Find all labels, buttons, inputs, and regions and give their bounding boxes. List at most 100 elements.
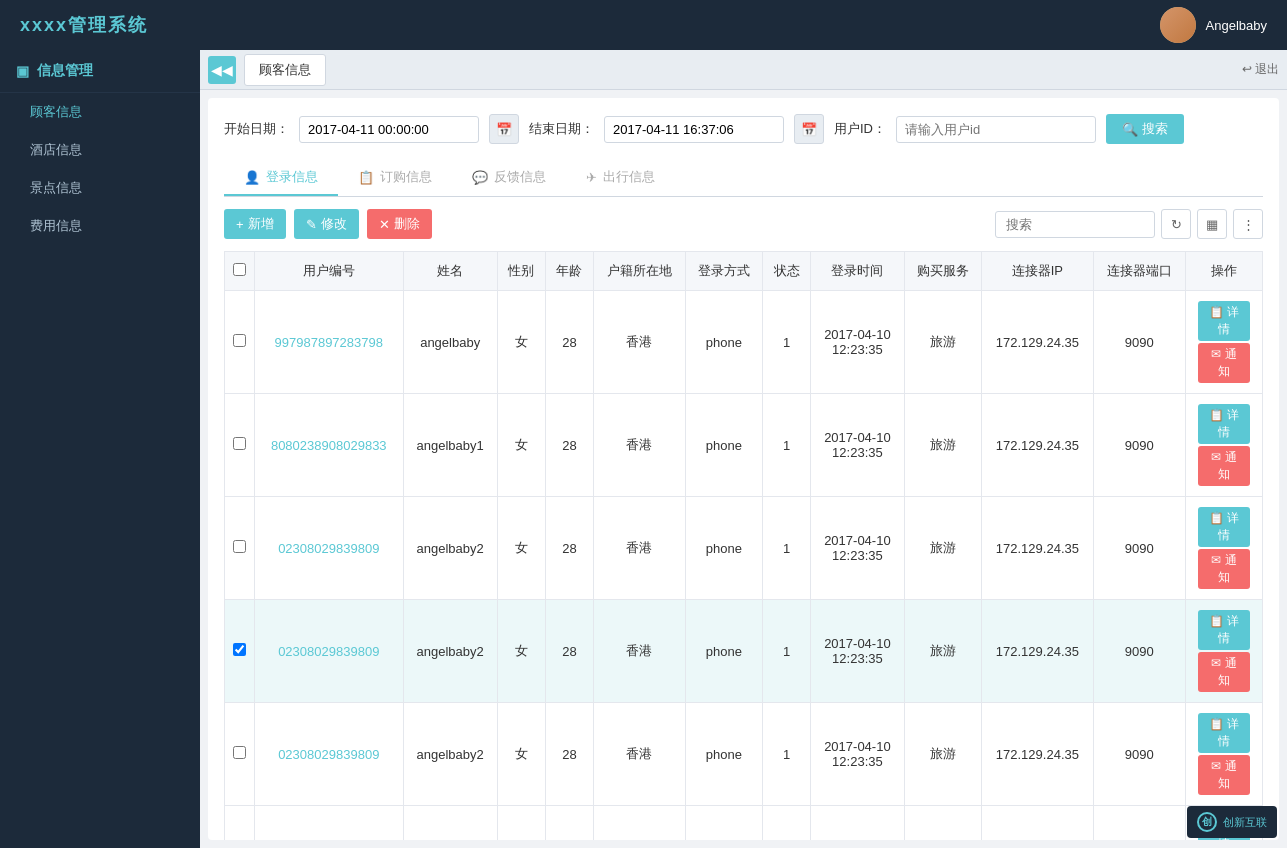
- cell-gender: 女: [497, 703, 545, 806]
- cell-connector-ip: 172.129.24.35: [981, 806, 1093, 841]
- cell-login-time: 2017-04-10 12:23:35: [811, 806, 904, 841]
- toolbar: + 新增 ✎ 修改 ✕ 删除 ↻ ▦: [224, 209, 1263, 239]
- cell-login-time: 2017-04-10 12:23:35: [811, 291, 904, 394]
- col-login-time: 登录时间: [811, 252, 904, 291]
- sidebar-item-scenic-label: 景点信息: [30, 180, 82, 195]
- cell-name: angelbaby2: [403, 600, 497, 703]
- end-date-input[interactable]: [604, 116, 784, 143]
- table-row: 997987897283798 angelbaby 女 28 香港 phone …: [225, 291, 1263, 394]
- row-checkbox-cell: [225, 600, 255, 703]
- cell-service: 旅游: [904, 703, 981, 806]
- row-checkbox[interactable]: [233, 437, 246, 450]
- col-location: 户籍所在地: [594, 252, 686, 291]
- cell-status: 1: [763, 600, 811, 703]
- columns-btn[interactable]: ⋮: [1233, 209, 1263, 239]
- cell-service: 旅游: [904, 394, 981, 497]
- table-row: 02308029839809 angelbaby2 女 28 香港 phone …: [225, 703, 1263, 806]
- user-id-link[interactable]: 02308029839809: [278, 644, 379, 659]
- start-date-calendar-btn[interactable]: 📅: [489, 114, 519, 144]
- sidebar-item-hotel-label: 酒店信息: [30, 142, 82, 157]
- select-all-checkbox[interactable]: [233, 263, 246, 276]
- row-checkbox[interactable]: [233, 746, 246, 759]
- cell-login-method: phone: [685, 600, 762, 703]
- grid-view-btn[interactable]: ▦: [1197, 209, 1227, 239]
- notify-btn[interactable]: ✉ 通知: [1198, 343, 1250, 383]
- tab-label: 顾客信息: [259, 62, 311, 77]
- cell-status: 1: [763, 394, 811, 497]
- end-date-label: 结束日期：: [529, 120, 594, 138]
- columns-icon: ⋮: [1242, 217, 1255, 232]
- logout-label: 退出: [1255, 62, 1279, 76]
- add-button[interactable]: + 新增: [224, 209, 286, 239]
- edit-button[interactable]: ✎ 修改: [294, 209, 359, 239]
- detail-btn[interactable]: 📋 详情: [1198, 404, 1250, 444]
- sidebar-item-scenic[interactable]: 景点信息: [0, 169, 200, 207]
- cell-gender: 女: [497, 394, 545, 497]
- cell-location: 香港: [594, 703, 686, 806]
- cell-status: 1: [763, 703, 811, 806]
- detail-btn[interactable]: 📋 详情: [1198, 507, 1250, 547]
- start-date-input[interactable]: [299, 116, 479, 143]
- table-search-input[interactable]: [995, 211, 1155, 238]
- cell-location: 香港: [594, 497, 686, 600]
- user-id-input[interactable]: [896, 116, 1096, 143]
- cell-location: 香港: [594, 291, 686, 394]
- sidebar-item-hotel[interactable]: 酒店信息: [0, 131, 200, 169]
- notify-btn[interactable]: ✉ 通知: [1198, 549, 1250, 589]
- sidebar-item-customer-label: 顾客信息: [30, 104, 82, 119]
- table-row: 8080238908029833 angelbaby1 女 28 香港 phon…: [225, 394, 1263, 497]
- row-checkbox-cell: [225, 703, 255, 806]
- cell-location: 香港: [594, 394, 686, 497]
- tab-login-icon: 👤: [244, 170, 260, 185]
- user-id-link[interactable]: 02308029839809: [278, 541, 379, 556]
- cell-service: 旅游: [904, 600, 981, 703]
- tab-login-info[interactable]: 👤 登录信息: [224, 160, 338, 196]
- sidebar-item-customer[interactable]: 顾客信息: [0, 93, 200, 131]
- sidebar-item-cost[interactable]: 费用信息: [0, 207, 200, 245]
- tab-travel-info: ✈ 出行信息: [566, 160, 675, 196]
- cell-age: 28: [545, 703, 593, 806]
- user-id-link[interactable]: 8080238908029833: [271, 438, 387, 453]
- sidebar-section-icon: ▣: [16, 63, 29, 79]
- collapse-btn[interactable]: ◀◀: [208, 56, 236, 84]
- notify-btn[interactable]: ✉ 通知: [1198, 755, 1250, 795]
- notify-btn[interactable]: ✉ 通知: [1198, 652, 1250, 692]
- cell-age: 28: [545, 806, 593, 841]
- cell-user-id: 997987897283798: [255, 291, 404, 394]
- add-icon: +: [236, 217, 244, 232]
- cell-connector-port: 9090: [1093, 703, 1185, 806]
- search-button[interactable]: 🔍 搜索: [1106, 114, 1184, 144]
- tab-bar: ◀◀ 顾客信息 ↩ 退出: [200, 50, 1287, 90]
- cell-login-time: 2017-04-10 12:23:35: [811, 497, 904, 600]
- row-checkbox[interactable]: [233, 643, 246, 656]
- col-age: 年龄: [545, 252, 593, 291]
- cell-service: 旅游: [904, 806, 981, 841]
- table-row: 02308029839809 angelbaby2 女 28 香港 phone …: [225, 600, 1263, 703]
- cell-age: 28: [545, 600, 593, 703]
- cell-connector-port: 9090: [1093, 806, 1185, 841]
- cell-status: 1: [763, 806, 811, 841]
- user-id-link[interactable]: 997987897283798: [275, 335, 383, 350]
- notify-btn[interactable]: ✉ 通知: [1198, 446, 1250, 486]
- row-checkbox[interactable]: [233, 334, 246, 347]
- row-checkbox[interactable]: [233, 540, 246, 553]
- edit-label: 修改: [321, 215, 347, 233]
- logout-btn[interactable]: ↩ 退出: [1242, 61, 1279, 78]
- user-id-link[interactable]: 02308029839809: [278, 747, 379, 762]
- refresh-btn[interactable]: ↻: [1161, 209, 1191, 239]
- cell-location: 香港: [594, 806, 686, 841]
- cell-gender: 女: [497, 806, 545, 841]
- detail-btn[interactable]: 📋 详情: [1198, 301, 1250, 341]
- tab-customer-info[interactable]: 顾客信息: [244, 54, 326, 86]
- cell-age: 28: [545, 291, 593, 394]
- cell-user-id: 02308029839809: [255, 806, 404, 841]
- add-label: 新增: [248, 215, 274, 233]
- end-date-calendar-btn[interactable]: 📅: [794, 114, 824, 144]
- cell-connector-ip: 172.129.24.35: [981, 394, 1093, 497]
- detail-btn[interactable]: 📋 详情: [1198, 713, 1250, 753]
- delete-button[interactable]: ✕ 删除: [367, 209, 432, 239]
- search-btn-label: 搜索: [1142, 120, 1168, 138]
- row-checkbox-cell: [225, 497, 255, 600]
- cell-connector-ip: 172.129.24.35: [981, 600, 1093, 703]
- detail-btn[interactable]: 📋 详情: [1198, 610, 1250, 650]
